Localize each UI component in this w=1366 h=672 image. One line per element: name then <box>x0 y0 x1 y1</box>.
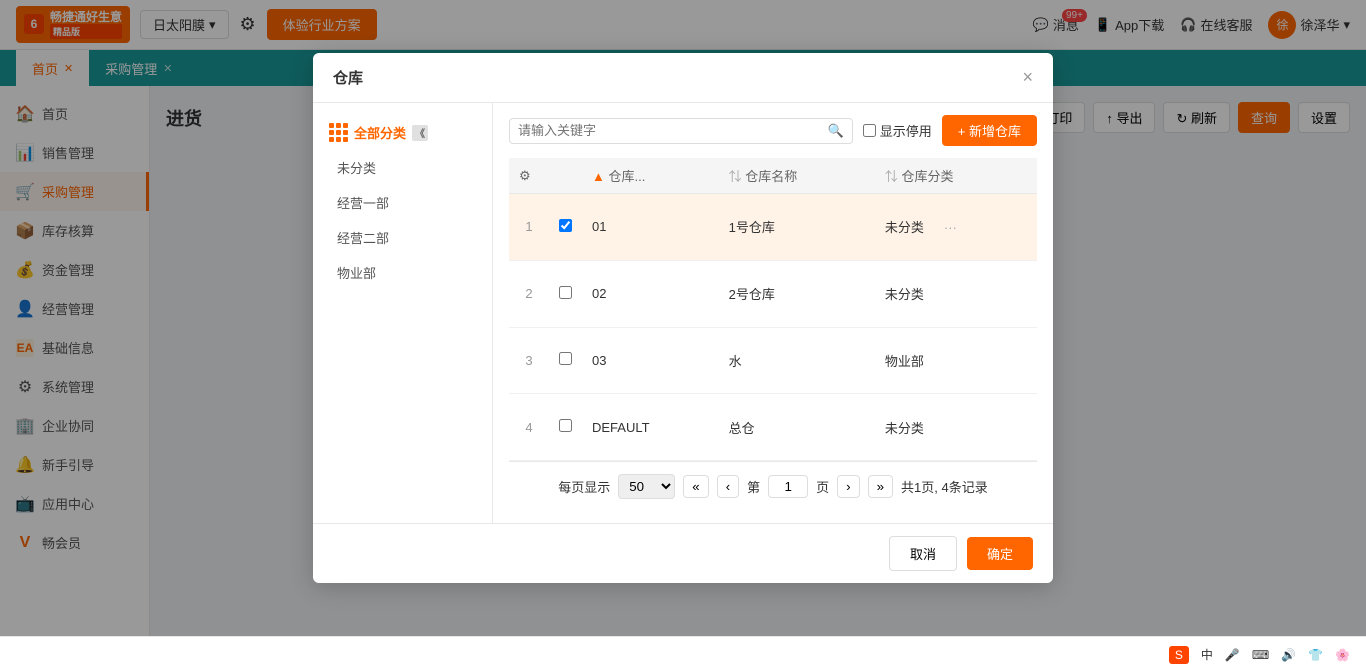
warehouse-name: 总仓 <box>719 394 875 461</box>
warehouse-code: 01 <box>582 194 719 261</box>
row-checkbox[interactable] <box>559 286 572 299</box>
warehouse-code: 03 <box>582 327 719 394</box>
row-num: 3 <box>509 327 549 394</box>
sort-icon: ▲ <box>592 169 605 184</box>
next-page-button[interactable]: › <box>837 475 859 498</box>
table-row[interactable]: 3 03 水 物业部 <box>509 327 1037 394</box>
first-page-button[interactable]: « <box>683 475 708 498</box>
sort-icon3: ⇅ <box>885 169 898 184</box>
row-num: 2 <box>509 260 549 327</box>
show-disabled-checkbox[interactable] <box>863 124 876 137</box>
row-checkbox-cell[interactable] <box>549 260 582 327</box>
warehouse-category: 未分类 <box>875 260 1037 327</box>
category-item-property[interactable]: 物业部 <box>313 255 492 290</box>
warehouse-name: 2号仓库 <box>719 260 875 327</box>
dialog-footer: 取消 确定 <box>313 523 1053 583</box>
warehouse-code: DEFAULT <box>582 394 719 461</box>
warehouse-category: 未分类··· <box>875 194 1037 261</box>
input-method-icon[interactable]: S <box>1169 646 1189 664</box>
grid-icon <box>329 123 348 142</box>
row-checkbox-cell[interactable] <box>549 327 582 394</box>
total-label: 共1页, 4条记录 <box>901 477 988 496</box>
dialog-body: 全部分类 《 未分类 经营一部 经营二部 物业部 🔍 显示停用 + 新增仓库 <box>313 103 1053 523</box>
show-disabled-text: 显示停用 <box>880 121 932 140</box>
page-suffix: 页 <box>816 477 829 496</box>
sort-icon2: ⇅ <box>729 169 742 184</box>
collapse-button[interactable]: 《 <box>412 125 428 141</box>
confirm-button[interactable]: 确定 <box>967 537 1033 570</box>
mic-icon[interactable]: 🎤 <box>1225 648 1240 662</box>
warehouse-dialog: 仓库 × 全部分类 《 未分类 经营一部 经营二部 物业部 <box>313 53 1053 583</box>
per-page-label: 每页显示 <box>558 477 610 496</box>
dialog-title: 仓库 <box>333 67 363 88</box>
category-item-ops1[interactable]: 经营一部 <box>313 185 492 220</box>
category-all[interactable]: 全部分类 《 <box>313 115 492 150</box>
bottom-bar: S 中 🎤 ⌨ 🔊 👕 🌸 <box>0 636 1366 672</box>
table-panel: 🔍 显示停用 + 新增仓库 ⚙ ▲ 仓库... <box>493 103 1053 523</box>
row-num: 1 <box>509 194 549 261</box>
volume-icon[interactable]: 🔊 <box>1281 648 1296 662</box>
row-checkbox[interactable] <box>559 352 572 365</box>
keyboard-icon[interactable]: ⌨ <box>1252 648 1269 662</box>
cancel-button[interactable]: 取消 <box>889 536 957 571</box>
category-item-ops2[interactable]: 经营二部 <box>313 220 492 255</box>
close-icon[interactable]: × <box>1022 67 1033 88</box>
flower-icon[interactable]: 🌸 <box>1335 648 1350 662</box>
page-input[interactable] <box>768 475 808 498</box>
category-panel: 全部分类 《 未分类 经营一部 经营二部 物业部 <box>313 103 493 523</box>
shirt-icon[interactable]: 👕 <box>1308 648 1323 662</box>
toolbar: 🔍 显示停用 + 新增仓库 <box>509 115 1037 146</box>
chinese-icon[interactable]: 中 <box>1201 646 1213 663</box>
row-checkbox-cell[interactable] <box>549 394 582 461</box>
search-input[interactable] <box>518 123 824 138</box>
pagination: 每页显示 50 100 « ‹ 第 页 › » 共1页, 4条记录 <box>509 461 1037 511</box>
page-label: 第 <box>747 477 760 496</box>
per-page-select[interactable]: 50 100 <box>618 474 675 499</box>
row-num: 4 <box>509 394 549 461</box>
row-checkbox[interactable] <box>559 219 572 232</box>
warehouse-table: ⚙ ▲ 仓库... ⇅ 仓库名称 ⇅ 仓库分类 <box>509 158 1037 461</box>
prev-page-button[interactable]: ‹ <box>717 475 739 498</box>
col-name: ⇅ 仓库名称 <box>719 158 875 194</box>
col-category: ⇅ 仓库分类 <box>875 158 1037 194</box>
warehouse-name: 1号仓库 <box>719 194 875 261</box>
col-checkbox <box>549 158 582 194</box>
show-disabled-label[interactable]: 显示停用 <box>863 121 932 140</box>
warehouse-name: 水 <box>719 327 875 394</box>
col-gear: ⚙ <box>509 158 549 194</box>
table-row[interactable]: 1 01 1号仓库 未分类··· <box>509 194 1037 261</box>
warehouse-category: 未分类 <box>875 394 1037 461</box>
row-checkbox[interactable] <box>559 419 572 432</box>
table-row[interactable]: 4 DEFAULT 总仓 未分类 <box>509 394 1037 461</box>
warehouse-category: 物业部 <box>875 327 1037 394</box>
col-code: ▲ 仓库... <box>582 158 719 194</box>
row-action-icon[interactable]: ··· <box>944 220 957 235</box>
row-checkbox-cell[interactable] <box>549 194 582 261</box>
warehouse-code: 02 <box>582 260 719 327</box>
category-all-label: 全部分类 <box>354 123 406 142</box>
table-row[interactable]: 2 02 2号仓库 未分类 <box>509 260 1037 327</box>
last-page-button[interactable]: » <box>868 475 893 498</box>
add-warehouse-button[interactable]: + 新增仓库 <box>942 115 1037 146</box>
dialog-header: 仓库 × <box>313 53 1053 103</box>
search-icon[interactable]: 🔍 <box>828 123 844 139</box>
category-item-unclassified[interactable]: 未分类 <box>313 150 492 185</box>
search-box: 🔍 <box>509 118 853 144</box>
